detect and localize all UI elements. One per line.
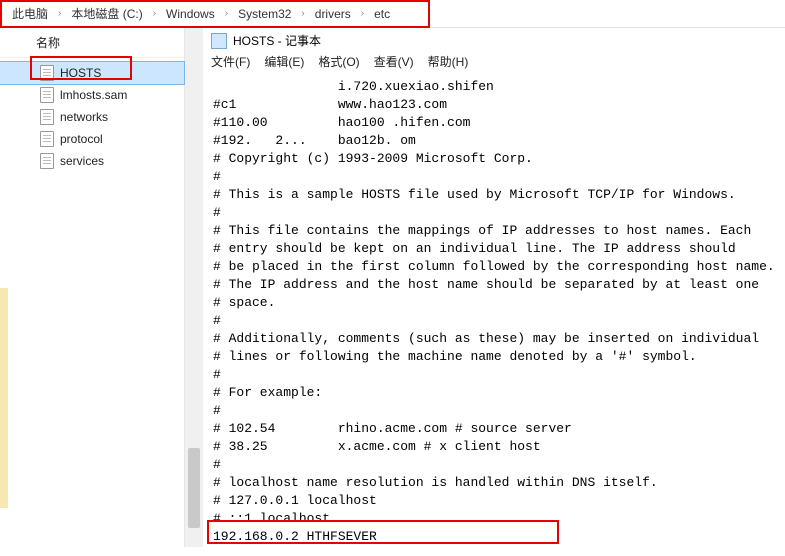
- menu-view[interactable]: 查看(V): [374, 53, 414, 70]
- list-item[interactable]: lmhosts.sam: [0, 84, 184, 106]
- menu-format[interactable]: 格式(O): [318, 53, 359, 70]
- chevron-right-icon: ›: [147, 8, 162, 19]
- file-icon: [40, 65, 54, 81]
- breadcrumb-item-5[interactable]: etc: [370, 5, 394, 23]
- window-titlebar[interactable]: HOSTS - 记事本: [185, 28, 785, 51]
- list-item[interactable]: services: [0, 150, 184, 172]
- chevron-right-icon: ›: [355, 8, 370, 19]
- breadcrumb-item-4[interactable]: drivers: [311, 5, 355, 23]
- column-header-name[interactable]: 名称: [0, 28, 184, 58]
- menu-edit[interactable]: 编辑(E): [264, 53, 304, 70]
- window-title: HOSTS - 记事本: [233, 32, 321, 49]
- file-list-panel: 名称 HOSTS lmhosts.sam networks protocol s…: [0, 28, 185, 547]
- breadcrumb-item-1[interactable]: 本地磁盘 (C:): [67, 3, 146, 24]
- menu-file[interactable]: 文件(F): [211, 53, 250, 70]
- menu-help[interactable]: 帮助(H): [428, 53, 469, 70]
- chevron-right-icon: ›: [295, 8, 310, 19]
- notepad-window: HOSTS - 记事本 文件(F) 编辑(E) 格式(O) 查看(V) 帮助(H…: [185, 28, 785, 547]
- file-icon: [40, 131, 54, 147]
- vertical-scrollbar[interactable]: [185, 28, 203, 547]
- breadcrumb-item-0[interactable]: 此电脑: [8, 3, 52, 24]
- chevron-right-icon: ›: [52, 8, 67, 19]
- file-icon: [40, 153, 54, 169]
- side-tab[interactable]: [0, 288, 8, 508]
- list-item[interactable]: protocol: [0, 128, 184, 150]
- menubar: 文件(F) 编辑(E) 格式(O) 查看(V) 帮助(H): [185, 51, 785, 74]
- text-area[interactable]: i.720.xuexiao.shifen #c1 www.hao123.com …: [185, 74, 785, 556]
- file-list: HOSTS lmhosts.sam networks protocol serv…: [0, 58, 184, 172]
- list-item[interactable]: networks: [0, 106, 184, 128]
- breadcrumb[interactable]: 此电脑 › 本地磁盘 (C:) › Windows › System32 › d…: [0, 0, 785, 28]
- chevron-right-icon: ›: [219, 8, 234, 19]
- list-item[interactable]: HOSTS: [0, 62, 184, 84]
- file-icon: [40, 109, 54, 125]
- breadcrumb-item-2[interactable]: Windows: [162, 5, 219, 23]
- breadcrumb-item-3[interactable]: System32: [234, 5, 295, 23]
- file-icon: [40, 87, 54, 103]
- scrollbar-thumb[interactable]: [188, 448, 200, 528]
- notepad-icon: [211, 33, 227, 49]
